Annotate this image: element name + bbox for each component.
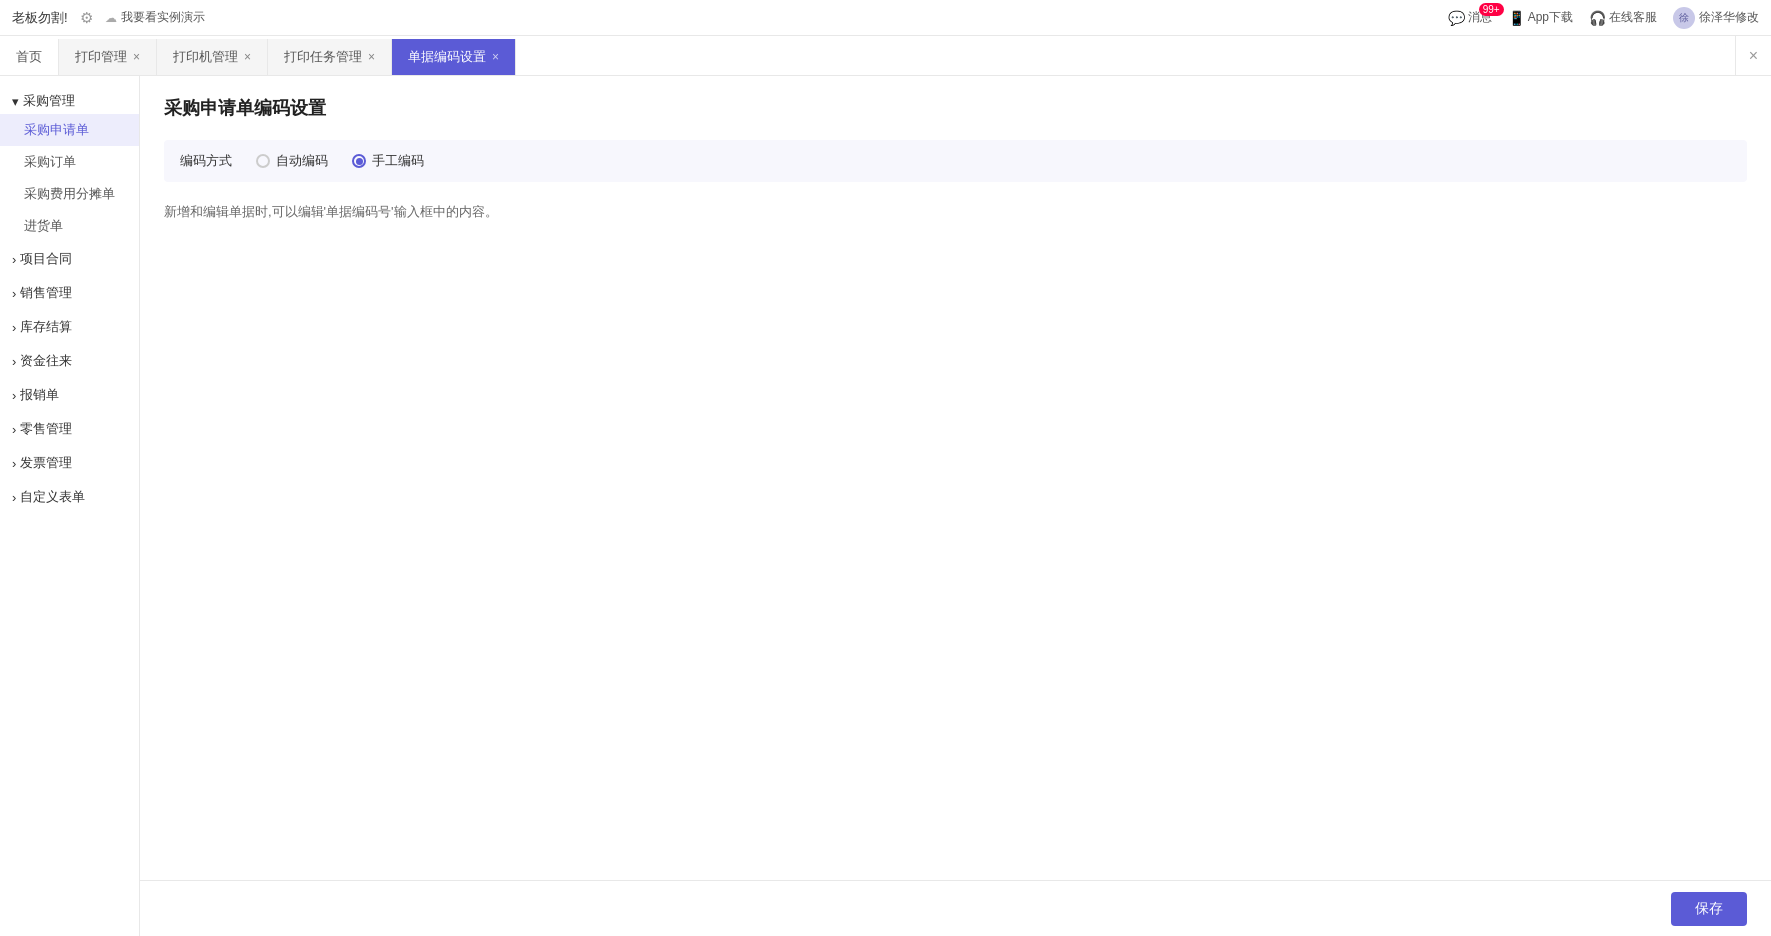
- message-badge: 99+: [1479, 3, 1504, 16]
- top-bar-left: 老板勿割! ⚙ ☁ 我要看实例演示: [12, 9, 205, 27]
- online-service-label: 在线客服: [1609, 9, 1657, 26]
- manual-code-option[interactable]: 手工编码: [352, 152, 424, 170]
- sidebar-group-inventory-settlement-label: 库存结算: [20, 318, 72, 336]
- user-area[interactable]: 徐 徐泽华修改: [1673, 7, 1759, 29]
- auto-code-option[interactable]: 自动编码: [256, 152, 328, 170]
- sidebar-group-purchase-mgmt[interactable]: ▾ 采购管理: [0, 84, 139, 114]
- chevron-right-icon-4: ›: [12, 354, 16, 369]
- manual-code-radio[interactable]: [352, 154, 366, 168]
- sidebar-item-purchase-order[interactable]: 采购订单: [0, 146, 139, 178]
- sidebar-group-invoice-mgmt[interactable]: › 发票管理: [0, 446, 139, 480]
- chevron-down-icon: ▾: [12, 94, 19, 109]
- top-bar-right: 💬 消息 99+ 📱 App下载 🎧 在线客服 徐 徐泽华修改: [1448, 7, 1759, 29]
- tab-single-code-settings[interactable]: 单据编码设置 ×: [392, 39, 516, 75]
- tab-print-mgmt-close[interactable]: ×: [133, 50, 140, 64]
- tab-single-code-settings-close[interactable]: ×: [492, 50, 499, 64]
- sidebar-group-sales-return-label: 报销单: [20, 386, 59, 404]
- tab-printer-mgmt-label: 打印机管理: [173, 48, 238, 66]
- sidebar-item-purchase-order-label: 采购订单: [24, 154, 76, 169]
- sidebar-group-project-contract[interactable]: › 项目合同: [0, 242, 139, 276]
- message-button[interactable]: 💬 消息 99+: [1448, 9, 1492, 26]
- sidebar-group-retail-mgmt-label: 零售管理: [20, 420, 72, 438]
- app-title: 老板勿割!: [12, 9, 68, 27]
- chevron-right-icon-3: ›: [12, 320, 16, 335]
- encoding-row: 编码方式 自动编码 手工编码: [164, 140, 1747, 182]
- app-download-button[interactable]: 📱 App下载: [1508, 9, 1573, 26]
- message-icon: 💬: [1448, 10, 1465, 26]
- sidebar-group-invoice-mgmt-label: 发票管理: [20, 454, 72, 472]
- sidebar-group-capital-flow[interactable]: › 资金往来: [0, 344, 139, 378]
- sidebar-item-purchase-expense[interactable]: 采购费用分摊单: [0, 178, 139, 210]
- chevron-right-icon: ›: [12, 252, 16, 267]
- sidebar-group-project-contract-label: 项目合同: [20, 250, 72, 268]
- sidebar-item-purchase-expense-label: 采购费用分摊单: [24, 186, 115, 201]
- tab-print-mgmt-label: 打印管理: [75, 48, 127, 66]
- tab-home-label: 首页: [16, 48, 42, 66]
- gear-icon[interactable]: ⚙: [80, 9, 93, 27]
- sidebar-group-capital-flow-label: 资金往来: [20, 352, 72, 370]
- tab-print-task-mgmt[interactable]: 打印任务管理 ×: [268, 39, 392, 75]
- chevron-right-icon-8: ›: [12, 490, 16, 505]
- tab-single-code-settings-label: 单据编码设置: [408, 48, 486, 66]
- cloud-icon: ☁: [105, 11, 117, 25]
- tab-printer-mgmt[interactable]: 打印机管理 ×: [157, 39, 268, 75]
- auto-code-label: 自动编码: [276, 152, 328, 170]
- online-service-button[interactable]: 🎧 在线客服: [1589, 9, 1657, 26]
- chevron-right-icon-6: ›: [12, 422, 16, 437]
- avatar: 徐: [1673, 7, 1695, 29]
- sidebar-item-stock-in-label: 进货单: [24, 218, 63, 233]
- sidebar-group-sales-return[interactable]: › 报销单: [0, 378, 139, 412]
- sidebar-group-custom-forms-label: 自定义表单: [20, 488, 85, 506]
- main-content: 采购申请单编码设置 编码方式 自动编码 手工编码 新增和编辑单据时,可以编辑'单…: [140, 76, 1771, 936]
- tab-print-task-mgmt-close[interactable]: ×: [368, 50, 375, 64]
- encoding-label: 编码方式: [180, 152, 232, 170]
- headset-icon: 🎧: [1589, 10, 1606, 26]
- chevron-right-icon-7: ›: [12, 456, 16, 471]
- sidebar: ▾ 采购管理 采购申请单 采购订单 采购费用分摊单 进货单 › 项目合同 › 销…: [0, 76, 140, 936]
- save-button[interactable]: 保存: [1671, 892, 1747, 926]
- sidebar-group-inventory-settlement[interactable]: › 库存结算: [0, 310, 139, 344]
- sidebar-group-custom-forms[interactable]: › 自定义表单: [0, 480, 139, 514]
- sidebar-item-purchase-request-label: 采购申请单: [24, 122, 89, 137]
- mobile-icon: 📱: [1508, 10, 1525, 26]
- app-download-label: App下载: [1528, 9, 1573, 26]
- sidebar-item-purchase-request[interactable]: 采购申请单: [0, 114, 139, 146]
- chevron-right-icon-5: ›: [12, 388, 16, 403]
- demo-text: 我要看实例演示: [121, 9, 205, 26]
- layout: ▾ 采购管理 采购申请单 采购订单 采购费用分摊单 进货单 › 项目合同 › 销…: [0, 76, 1771, 936]
- chevron-right-icon-2: ›: [12, 286, 16, 301]
- manual-code-label: 手工编码: [372, 152, 424, 170]
- sidebar-group-purchase-mgmt-label: 采购管理: [23, 92, 75, 110]
- tab-printer-mgmt-close[interactable]: ×: [244, 50, 251, 64]
- tab-bar: 首页 打印管理 × 打印机管理 × 打印任务管理 × 单据编码设置 × ×: [0, 36, 1771, 76]
- user-name: 徐泽华修改: [1699, 9, 1759, 26]
- tab-home[interactable]: 首页: [0, 39, 59, 75]
- tab-print-task-mgmt-label: 打印任务管理: [284, 48, 362, 66]
- tab-print-mgmt[interactable]: 打印管理 ×: [59, 39, 157, 75]
- description-text: 新增和编辑单据时,可以编辑'单据编码号'输入框中的内容。: [164, 202, 1747, 223]
- sidebar-group-sales-mgmt[interactable]: › 销售管理: [0, 276, 139, 310]
- sidebar-group-sales-mgmt-label: 销售管理: [20, 284, 72, 302]
- sidebar-item-stock-in[interactable]: 进货单: [0, 210, 139, 242]
- page-title: 采购申请单编码设置: [164, 96, 1747, 120]
- demo-button[interactable]: ☁ 我要看实例演示: [105, 9, 205, 26]
- close-all-tabs-button[interactable]: ×: [1735, 36, 1771, 76]
- footer-bar: 保存: [140, 880, 1771, 936]
- page-body: 采购申请单编码设置 编码方式 自动编码 手工编码 新增和编辑单据时,可以编辑'单…: [140, 76, 1771, 880]
- sidebar-group-retail-mgmt[interactable]: › 零售管理: [0, 412, 139, 446]
- top-bar: 老板勿割! ⚙ ☁ 我要看实例演示 💬 消息 99+ 📱 App下载 🎧 在线客…: [0, 0, 1771, 36]
- auto-code-radio[interactable]: [256, 154, 270, 168]
